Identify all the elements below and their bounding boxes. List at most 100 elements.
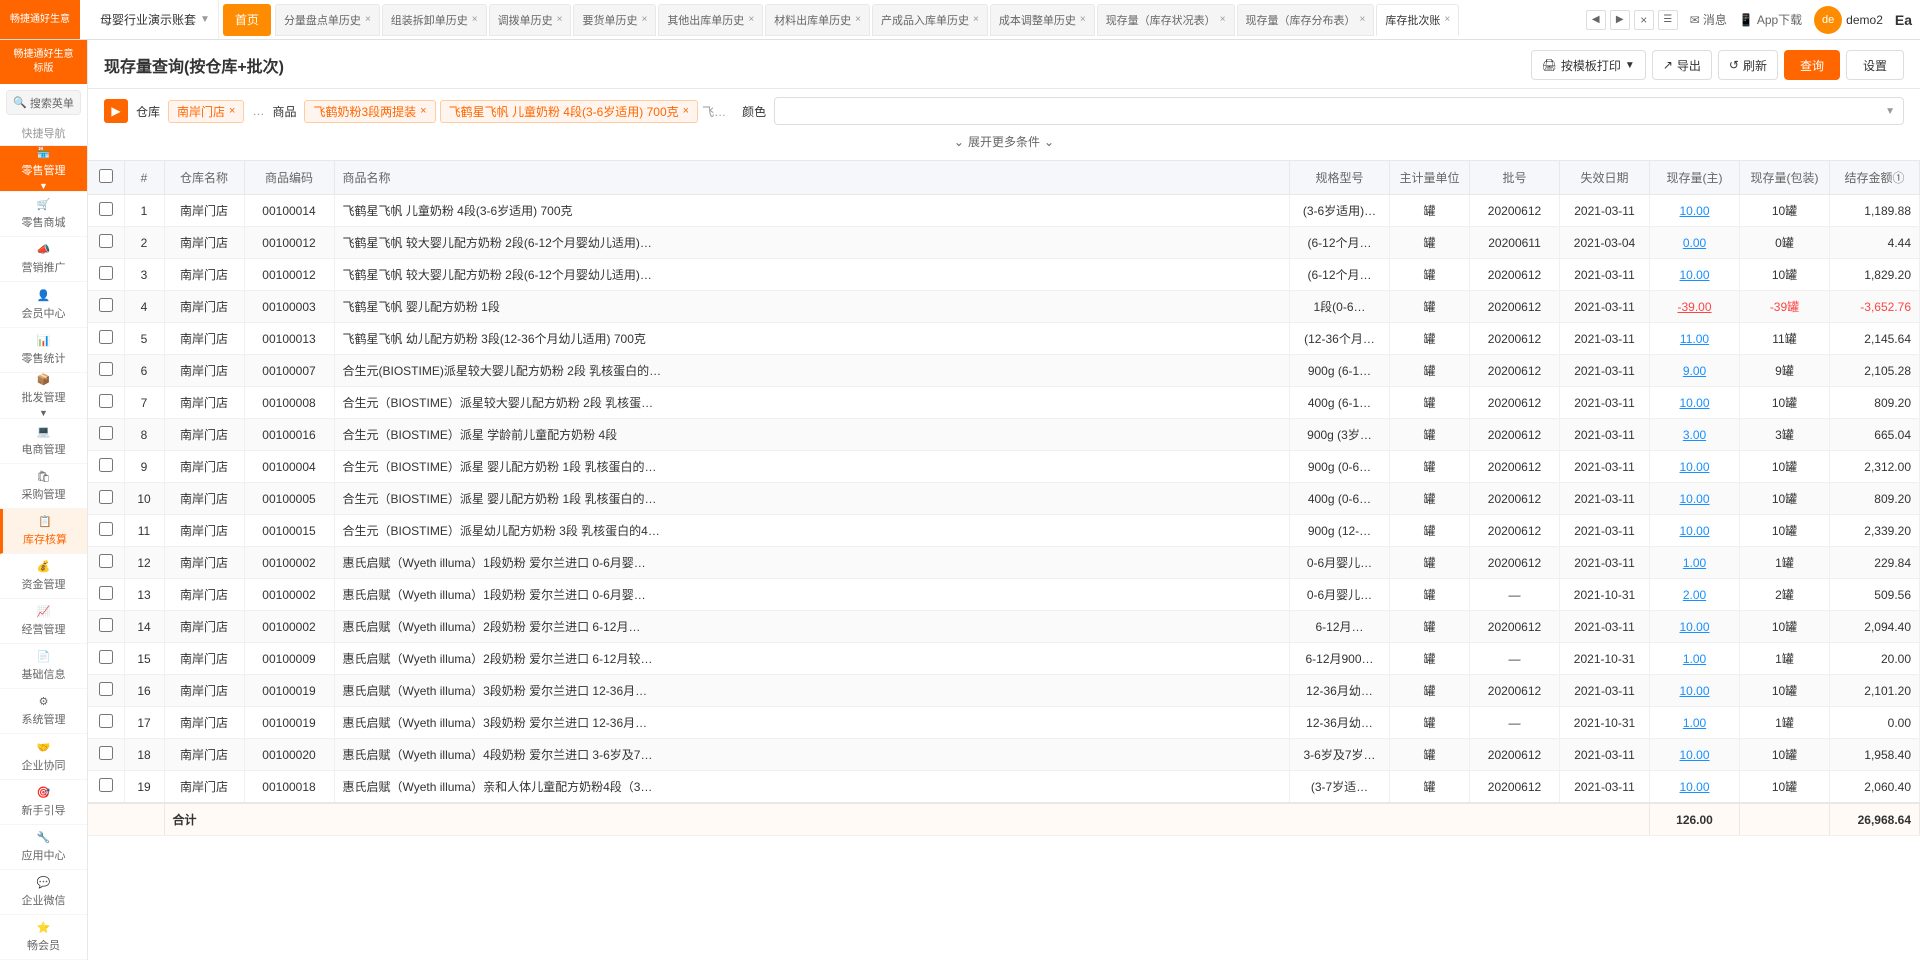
tab-close-10[interactable]: ×	[1360, 14, 1366, 25]
product-tag-1[interactable]: 飞鹤奶粉3段两提装 ×	[304, 100, 435, 123]
sidebar-item-inventory[interactable]: 📋 库存核算	[0, 509, 87, 554]
row-checkbox[interactable]	[99, 490, 113, 504]
row-qty-main[interactable]: 10.00	[1650, 259, 1740, 291]
sidebar-item-retail-mgmt[interactable]: 🏪 零售管理 ▼	[0, 146, 87, 192]
warehouse-tag-remove[interactable]: ×	[229, 105, 235, 117]
row-qty-main[interactable]: 10.00	[1650, 611, 1740, 643]
tab-close-9[interactable]: ×	[1220, 14, 1226, 25]
sidebar-item-vip[interactable]: ⭐ 畅会员	[0, 915, 87, 960]
tab-item-3[interactable]: 调拨单历史 ×	[489, 4, 572, 36]
row-checkbox[interactable]	[99, 682, 113, 696]
tab-close-6[interactable]: ×	[855, 14, 861, 25]
sidebar-item-ecommerce[interactable]: 💻 电商管理	[0, 419, 87, 464]
tab-close-btn[interactable]: ×	[1634, 10, 1654, 30]
row-qty-main[interactable]: 10.00	[1650, 739, 1740, 771]
sidebar-item-basic-info[interactable]: 📄 基础信息	[0, 644, 87, 689]
tab-item-2[interactable]: 组装拆卸单历史 ×	[382, 4, 487, 36]
sidebar-item-enterprise[interactable]: 🤝 企业协同	[0, 734, 87, 779]
row-qty-main[interactable]: 10.00	[1650, 451, 1740, 483]
tab-close-8[interactable]: ×	[1080, 14, 1086, 25]
tab-next-arrow[interactable]: ▶	[1610, 10, 1630, 30]
tab-item-1[interactable]: 分量盘点单历史 ×	[275, 4, 380, 36]
warehouse-tag[interactable]: 南岸门店 ×	[168, 100, 244, 123]
export-btn[interactable]: ↗ 导出	[1652, 50, 1712, 80]
workspace-selector[interactable]: 母婴行业演示账套 ▼	[92, 0, 219, 39]
row-qty-main[interactable]: 1.00	[1650, 707, 1740, 739]
select-all-checkbox[interactable]	[99, 169, 113, 183]
search-btn[interactable]: 查询	[1784, 50, 1840, 80]
row-qty-main[interactable]: -39.00	[1650, 291, 1740, 323]
row-qty-main[interactable]: 1.00	[1650, 547, 1740, 579]
template-print-btn[interactable]: 🖨 按模板打印 ▼	[1531, 50, 1646, 80]
color-filter-input[interactable]: ▼	[774, 97, 1904, 125]
user-area[interactable]: de demo2	[1814, 6, 1883, 34]
tab-item-6[interactable]: 材料出库单历史 ×	[765, 4, 870, 36]
tab-item-9[interactable]: 现存量（库存状况表） ×	[1097, 4, 1235, 36]
row-checkbox[interactable]	[99, 714, 113, 728]
row-checkbox[interactable]	[99, 234, 113, 248]
row-qty-main[interactable]: 10.00	[1650, 195, 1740, 227]
sidebar-item-operations[interactable]: 📈 经营管理	[0, 599, 87, 644]
row-qty-main[interactable]: 2.00	[1650, 579, 1740, 611]
product-more[interactable]: 飞…	[702, 103, 726, 120]
tab-more-btn[interactable]: ☰	[1658, 10, 1678, 30]
sidebar-item-retail-stats[interactable]: 📊 零售统计	[0, 328, 87, 373]
sidebar-item-purchase[interactable]: 🛍 采购管理	[0, 464, 87, 509]
row-qty-main[interactable]: 11.00	[1650, 323, 1740, 355]
sidebar-item-finance[interactable]: 💰 资金管理	[0, 554, 87, 599]
sidebar-item-marketing[interactable]: 📣 营销推广	[0, 237, 87, 282]
sidebar-item-system[interactable]: ⚙ 系统管理	[0, 689, 87, 734]
product-tag-1-remove[interactable]: ×	[420, 105, 426, 117]
row-checkbox[interactable]	[99, 778, 113, 792]
row-checkbox[interactable]	[99, 394, 113, 408]
row-checkbox[interactable]	[99, 586, 113, 600]
row-qty-main[interactable]: 1.00	[1650, 643, 1740, 675]
filter-expand-arrow[interactable]: ▶	[104, 99, 128, 123]
row-checkbox[interactable]	[99, 330, 113, 344]
row-checkbox[interactable]	[99, 426, 113, 440]
tab-item-4[interactable]: 要货单历史 ×	[573, 4, 656, 36]
row-qty-main[interactable]: 9.00	[1650, 355, 1740, 387]
sidebar-item-wechat[interactable]: 💬 企业微信	[0, 870, 87, 915]
sidebar-item-member[interactable]: 👤 会员中心	[0, 282, 87, 327]
sidebar-item-guide[interactable]: 🎯 新手引导	[0, 780, 87, 825]
row-checkbox[interactable]	[99, 362, 113, 376]
app-download-btn[interactable]: 📱 App下载	[1739, 11, 1802, 28]
row-checkbox[interactable]	[99, 458, 113, 472]
tab-item-8[interactable]: 成本调整单历史 ×	[990, 4, 1095, 36]
row-qty-main[interactable]: 0.00	[1650, 227, 1740, 259]
tab-item-10[interactable]: 现存量（库存分布表） ×	[1237, 4, 1375, 36]
row-checkbox[interactable]	[99, 266, 113, 280]
row-qty-main[interactable]: 10.00	[1650, 771, 1740, 804]
product-tag-2[interactable]: 飞鹤星飞帆 儿童奶粉 4段(3-6岁适用) 700克 ×	[440, 100, 698, 123]
row-checkbox[interactable]	[99, 650, 113, 664]
tab-close-2[interactable]: ×	[472, 14, 478, 25]
tab-close-5[interactable]: ×	[748, 14, 754, 25]
tab-item-11[interactable]: 库存批次账 ×	[1376, 4, 1459, 36]
row-qty-main[interactable]: 10.00	[1650, 515, 1740, 547]
row-checkbox[interactable]	[99, 522, 113, 536]
row-qty-main[interactable]: 10.00	[1650, 483, 1740, 515]
tab-item-5[interactable]: 其他出库单历史 ×	[658, 4, 763, 36]
refresh-btn[interactable]: ↺ 刷新	[1718, 50, 1778, 80]
settings-btn[interactable]: 设置	[1846, 50, 1904, 80]
message-btn[interactable]: ✉ 消息	[1690, 11, 1727, 28]
product-tag-2-remove[interactable]: ×	[683, 105, 689, 117]
tab-home[interactable]: 首页	[223, 4, 271, 36]
tab-close-1[interactable]: ×	[365, 14, 371, 25]
tab-close-11[interactable]: ×	[1444, 14, 1450, 25]
row-checkbox[interactable]	[99, 298, 113, 312]
row-qty-main[interactable]: 10.00	[1650, 387, 1740, 419]
row-checkbox[interactable]	[99, 746, 113, 760]
sidebar-item-app-center[interactable]: 🔧 应用中心	[0, 825, 87, 870]
tab-close-3[interactable]: ×	[557, 14, 563, 25]
row-qty-main[interactable]: 3.00	[1650, 419, 1740, 451]
tab-close-7[interactable]: ×	[973, 14, 979, 25]
row-checkbox[interactable]	[99, 202, 113, 216]
sidebar-item-wholesale[interactable]: 📦 批发管理 ▼	[0, 373, 87, 419]
row-qty-main[interactable]: 10.00	[1650, 675, 1740, 707]
tab-item-7[interactable]: 产成品入库单历史 ×	[872, 4, 988, 36]
row-checkbox[interactable]	[99, 618, 113, 632]
row-checkbox[interactable]	[99, 554, 113, 568]
tab-prev-arrow[interactable]: ◀	[1586, 10, 1606, 30]
